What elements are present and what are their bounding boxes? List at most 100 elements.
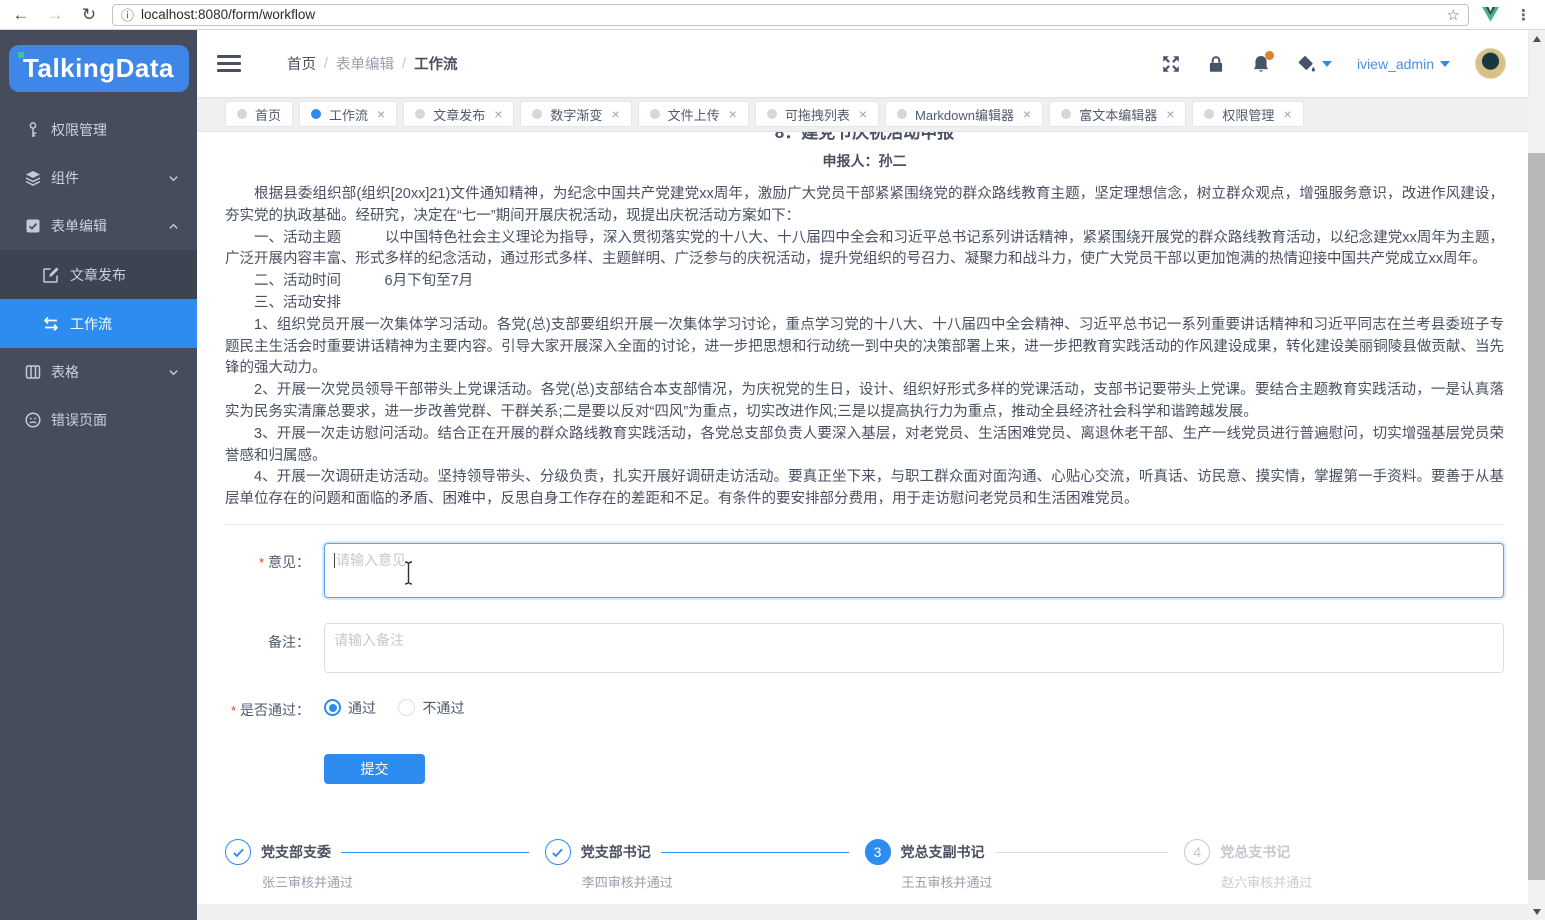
tab-label: 权限管理 [1222,107,1275,123]
tab-dot-icon [415,109,426,119]
tab-close-icon[interactable]: × [494,107,502,121]
step-branch-secretary: 党支部书记 李四审核并通过 [544,839,865,891]
sidebar-item-error-pages[interactable]: 错误页面 [0,396,197,444]
bookmark-star-icon[interactable]: ☆ [1447,6,1460,24]
sidebar-item-components[interactable]: 组件 [0,154,197,202]
step-check-icon [225,839,251,866]
browser-menu-icon[interactable]: ⋮ [1512,6,1535,24]
radio-fail[interactable]: 不通过 [398,698,464,718]
sidebar-item-permissions[interactable]: 权限管理 [0,106,197,154]
doc-paragraph: 一、活动主题 以中国特色社会主义理论为指导，深入贯彻落实党的十八大、十八届四中全… [225,229,1504,268]
page-scrollbar[interactable] [1528,30,1545,920]
sidebar-item-article-publish[interactable]: 文章发布 [0,250,197,299]
top-header: 首页 / 表单编辑 / 工作流 iview_admin [197,30,1528,97]
tab-workflow[interactable]: 工作流 × [299,101,398,127]
collapse-menu-icon[interactable] [217,55,241,72]
tab-rich-text-editor[interactable]: 富文本编辑器 × [1049,101,1187,127]
tab-upload[interactable]: 文件上传 × [637,101,749,127]
sidebar-item-label: 权限管理 [51,122,107,138]
remark-placeholder: 请输入备注 [334,631,404,648]
tab-close-icon[interactable]: × [1283,107,1291,121]
tab-home[interactable]: 首页 [225,101,294,127]
sidebar-menu: 权限管理 组件 表单编辑 文章发布 工作流 表格 错误页面 [0,106,197,444]
step-connector [994,851,1169,853]
workflow-content: 8：建党节庆祝活动申报 申报人：孙二 根据县委组织部(组织[20xx]21)文件… [197,132,1528,904]
browser-back-icon[interactable]: ← [10,6,32,23]
tab-markdown-editor[interactable]: Markdown编辑器 × [885,101,1044,127]
user-menu[interactable]: iview_admin [1357,56,1450,72]
document-body: 根据县委组织部(组织[20xx]21)文件通知精神，为纪念中国共产党建党xx周年… [225,184,1504,511]
chevron-down-icon [169,369,178,375]
applicant-line: 申报人：孙二 [822,153,907,169]
caret-down-icon [1440,60,1450,67]
pass-label: 是否通过： [225,700,324,720]
logo-text: TalkingData [23,53,174,83]
radio-label: 通过 [348,699,376,716]
sidebar-item-workflow[interactable]: 工作流 [0,299,197,348]
avatar[interactable] [1475,48,1506,79]
scrollbar-thumb[interactable] [1528,153,1545,880]
radio-selected-icon [324,699,341,717]
scrollbar-up-arrow-icon[interactable] [1528,30,1545,47]
step-desc: 张三审核并通过 [262,875,354,891]
paint-bucket-icon [1298,55,1315,72]
step-connector [660,851,849,853]
document-title-clipped: 8：建党节庆祝活动申报 [774,132,955,142]
step-deputy-general-secretary: 3 党总支副书记 王五审核并通过 [864,839,1185,891]
tab-permissions[interactable]: 权限管理 × [1192,101,1304,127]
opinion-textarea[interactable]: 请输入意见 [324,542,1504,598]
tab-label: 可拖拽列表 [784,107,850,123]
scrollbar-down-arrow-icon[interactable] [1528,903,1545,920]
tab-draggable-list[interactable]: 可拖拽列表 × [754,101,880,127]
tab-label: 富文本编辑器 [1079,107,1158,123]
tab-close-icon[interactable]: × [1023,107,1031,121]
caret-down-icon [1321,60,1332,67]
tab-close-icon[interactable]: × [1166,107,1174,121]
tab-count-to[interactable]: 数字渐变 × [520,101,632,127]
step-title: 党支部书记 [580,844,651,861]
approval-steps: 党支部支委 张三审核并通过 党支部书记 李四审核并通过 3 党总支副书记 王五审… [225,839,1504,891]
tab-close-icon[interactable]: × [729,107,737,121]
pass-radio-group: 通过 不通过 [324,698,482,722]
doc-paragraph: 1、组织党员开展一次集体学习活动。各党(总)支部要组织开展一次集体学习讨论，重点… [225,316,1504,377]
tab-close-icon[interactable]: × [377,107,385,121]
vue-devtools-icon[interactable] [1481,6,1500,23]
sidebar-item-label: 表格 [51,364,79,380]
submit-button[interactable]: 提交 [324,754,425,785]
sidebar-item-form-edit[interactable]: 表单编辑 [0,202,197,250]
text-caret [334,552,335,568]
sidebar-item-label: 表单编辑 [51,218,107,234]
browser-reload-icon[interactable]: ↻ [78,6,100,23]
swap-arrows-icon [43,316,59,331]
tab-label: 文章发布 [433,107,486,123]
page-info-icon[interactable]: ⓘ [121,5,134,24]
lock-icon[interactable] [1206,54,1226,74]
talkingdata-logo[interactable]: TalkingData [8,45,189,92]
tab-close-icon[interactable]: × [859,107,867,121]
remark-textarea[interactable]: 请输入备注 [324,622,1504,673]
tab-close-icon[interactable]: × [611,107,619,121]
tab-article-publish[interactable]: 文章发布 × [403,101,515,127]
breadcrumb-home[interactable]: 首页 [287,53,316,74]
sidebar-item-tables[interactable]: 表格 [0,348,197,396]
tab-dot-icon [1061,109,1072,119]
address-bar[interactable]: ⓘ localhost:8080/form/workflow ☆ [112,3,1469,26]
chevron-down-icon [169,175,178,181]
theme-switch[interactable] [1296,54,1332,74]
fullscreen-icon[interactable] [1161,54,1181,74]
tab-dot-icon [532,109,543,119]
url-text[interactable]: localhost:8080/form/workflow [141,7,1440,22]
step-desc: 王五审核并通过 [901,875,993,891]
doc-paragraph: 2、开展一次党员领导干部带头上党课活动。各党(总)支部结合本支部情况，为庆祝党的… [225,382,1504,420]
step-connector [341,851,529,853]
browser-forward-icon[interactable]: → [44,6,66,23]
radio-pass[interactable]: 通过 [324,698,376,718]
notification-badge [1264,50,1274,60]
step-title: 党支部支委 [261,844,331,861]
breadcrumb-form-edit[interactable]: 表单编辑 [336,53,394,74]
tab-dot-icon [1204,109,1215,119]
layers-icon [25,171,41,186]
tab-label: 数字渐变 [550,107,603,123]
compose-icon [43,267,59,283]
notification-bell-icon[interactable] [1251,50,1274,74]
